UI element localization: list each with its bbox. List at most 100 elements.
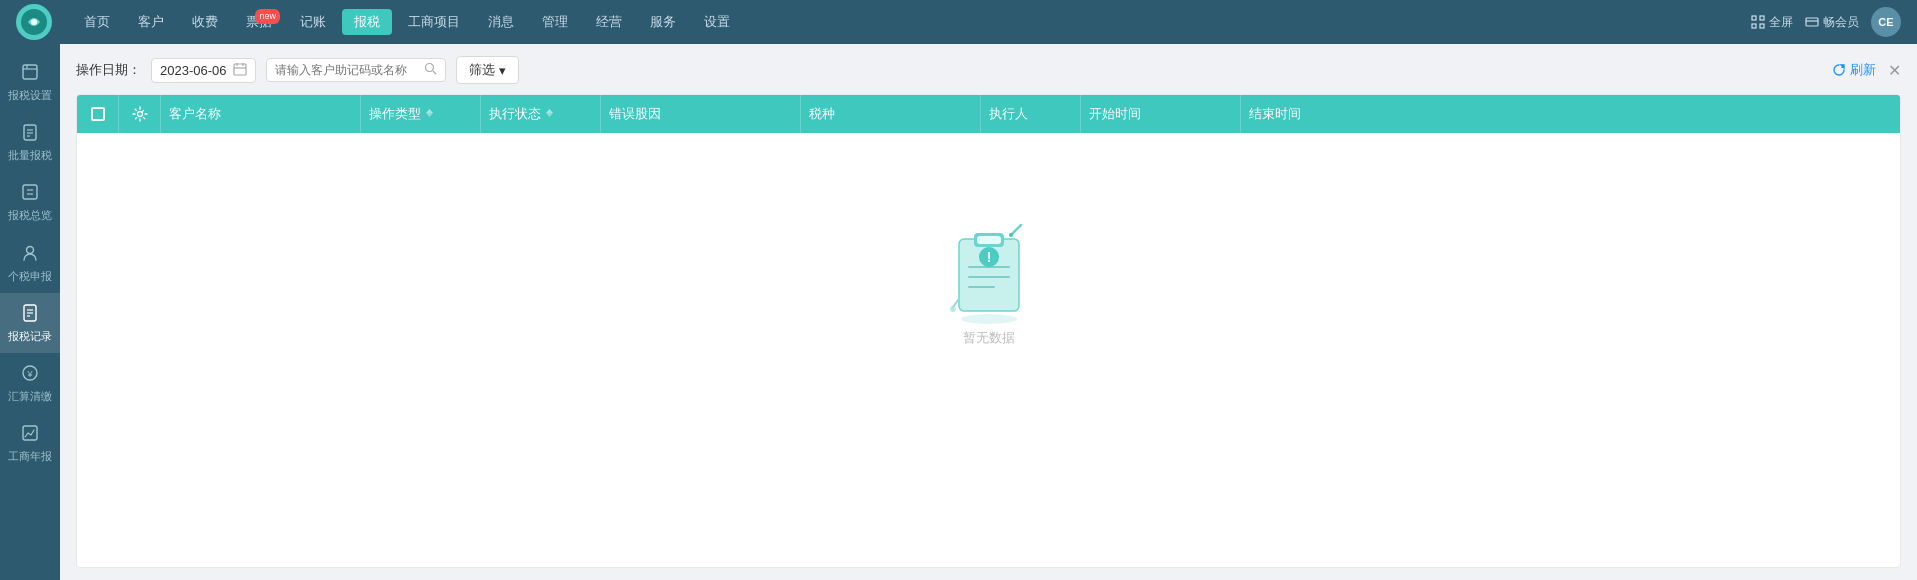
member-button[interactable]: 畅会员	[1805, 14, 1859, 31]
top-navigation: 首页客户收费票据new记账报税工商项目消息管理经营服务设置 全屏 畅会员 CE	[0, 0, 1917, 44]
tax-record-icon	[20, 303, 40, 326]
th-execution_status: 执行状态	[481, 95, 601, 133]
sidebar-item-annual-report[interactable]: 工商年报	[0, 413, 60, 473]
svg-rect-6	[1806, 18, 1818, 26]
filter-label: 筛选	[469, 61, 495, 79]
sidebar-label-settlement: 汇算清缴	[8, 390, 52, 403]
svg-point-48	[1009, 233, 1013, 237]
sort-icon-operation_type	[425, 108, 434, 120]
svg-marker-37	[546, 113, 553, 117]
sidebar-label-tax-summary: 报税总览	[8, 209, 52, 222]
th-checkbox[interactable]	[77, 95, 119, 133]
search-wrapper[interactable]	[266, 58, 446, 82]
nav-item-message[interactable]: 消息	[476, 9, 526, 35]
th-settings[interactable]	[119, 95, 161, 133]
nav-item-tax[interactable]: 报税	[342, 9, 392, 35]
svg-marker-36	[546, 109, 553, 113]
app-logo[interactable]	[16, 4, 52, 40]
date-label: 操作日期：	[76, 61, 141, 79]
svg-rect-2	[1752, 16, 1756, 20]
svg-rect-8	[23, 65, 37, 79]
avatar-text: CE	[1878, 16, 1893, 28]
nav-item-collection[interactable]: 收费	[180, 9, 230, 35]
empty-text: 暂无数据	[963, 329, 1015, 347]
sidebar-item-tax-record[interactable]: 报税记录	[0, 293, 60, 353]
th-executor: 执行人	[981, 95, 1081, 133]
date-value: 2023-06-06	[160, 63, 227, 78]
th-client_name: 客户名称	[161, 95, 361, 133]
nav-badge-invoice: new	[255, 9, 280, 24]
calendar-icon	[233, 62, 247, 79]
top-nav-right: 全屏 畅会员 CE	[1751, 7, 1901, 37]
svg-text:!: !	[986, 249, 991, 265]
sidebar-label-tax-settings: 报税设置	[8, 89, 52, 102]
filter-button[interactable]: 筛选 ▾	[456, 56, 519, 84]
svg-rect-25	[23, 426, 37, 440]
svg-rect-5	[1760, 24, 1764, 28]
th-tax_type: 税种	[801, 95, 981, 133]
toolbar: 操作日期： 2023-06-06 筛选 ▾ 刷新	[76, 56, 1901, 84]
nav-item-settings[interactable]: 设置	[692, 9, 742, 35]
main-layout: 报税设置批量报税报税总览个税申报报税记录 ¥ 汇算清缴工商年报 操作日期： 2023…	[0, 44, 1917, 580]
svg-rect-26	[234, 64, 246, 75]
sort-icon-execution_status	[545, 108, 554, 120]
table-header: 客户名称操作类型 执行状态 错误股因税种执行人开始时间结束时间	[77, 95, 1900, 133]
nav-item-home[interactable]: 首页	[72, 9, 122, 35]
personal-tax-icon	[20, 243, 40, 266]
svg-rect-15	[23, 185, 37, 199]
data-table: 客户名称操作类型 执行状态 错误股因税种执行人开始时间结束时间	[76, 94, 1901, 568]
nav-item-operation[interactable]: 经营	[584, 9, 634, 35]
empty-state: ! 暂无数据	[77, 133, 1900, 433]
nav-item-service[interactable]: 服务	[638, 9, 688, 35]
svg-rect-41	[977, 236, 1001, 244]
content-area: 操作日期： 2023-06-06 筛选 ▾ 刷新	[60, 44, 1917, 580]
sidebar-item-settlement[interactable]: ¥ 汇算清缴	[0, 353, 60, 413]
svg-point-18	[27, 246, 34, 253]
sidebar-item-personal-tax[interactable]: 个税申报	[0, 233, 60, 293]
svg-rect-3	[1760, 16, 1764, 20]
search-input[interactable]	[275, 63, 418, 77]
svg-line-47	[1011, 225, 1021, 235]
tax-settings-icon	[20, 62, 40, 85]
filter-chevron-icon: ▾	[499, 63, 506, 78]
sidebar-item-tax-settings[interactable]: 报税设置	[0, 52, 60, 112]
toolbar-right: 刷新 ✕	[1832, 61, 1901, 80]
refresh-label: 刷新	[1850, 61, 1876, 79]
nav-item-bookkeeping[interactable]: 记账	[288, 9, 338, 35]
nav-item-client[interactable]: 客户	[126, 9, 176, 35]
sidebar-item-tax-summary[interactable]: 报税总览	[0, 172, 60, 232]
svg-marker-34	[426, 109, 433, 113]
th-start_time: 开始时间	[1081, 95, 1241, 133]
select-all-checkbox[interactable]	[91, 107, 105, 121]
sidebar: 报税设置批量报税报税总览个税申报报税记录 ¥ 汇算清缴工商年报	[0, 44, 60, 580]
settlement-icon: ¥	[20, 363, 40, 386]
th-operation_type: 操作类型	[361, 95, 481, 133]
sidebar-label-annual-report: 工商年报	[8, 450, 52, 463]
th-end_time: 结束时间	[1241, 95, 1401, 133]
sidebar-item-batch-tax[interactable]: 批量报税	[0, 112, 60, 172]
sidebar-label-tax-record: 报税记录	[8, 330, 52, 343]
fullscreen-label: 全屏	[1769, 14, 1793, 31]
svg-point-30	[425, 64, 433, 72]
svg-line-49	[953, 299, 959, 307]
svg-point-50	[950, 306, 956, 312]
date-picker[interactable]: 2023-06-06	[151, 58, 256, 83]
annual-report-icon	[20, 423, 40, 446]
refresh-button[interactable]: 刷新	[1832, 61, 1876, 79]
nav-item-business[interactable]: 工商项目	[396, 9, 472, 35]
nav-item-management[interactable]: 管理	[530, 9, 580, 35]
nav-item-invoice[interactable]: 票据new	[234, 9, 284, 35]
user-avatar[interactable]: CE	[1871, 7, 1901, 37]
empty-illustration: !	[939, 219, 1039, 329]
svg-marker-35	[426, 113, 433, 117]
sidebar-label-personal-tax: 个税申报	[8, 270, 52, 283]
svg-line-31	[433, 71, 436, 74]
member-label: 畅会员	[1823, 14, 1859, 31]
batch-tax-icon	[20, 122, 40, 145]
close-button[interactable]: ✕	[1888, 61, 1901, 80]
svg-point-38	[961, 314, 1017, 324]
fullscreen-button[interactable]: 全屏	[1751, 14, 1793, 31]
search-icon	[424, 62, 437, 78]
sidebar-label-batch-tax: 批量报税	[8, 149, 52, 162]
th-error_reason: 错误股因	[601, 95, 801, 133]
